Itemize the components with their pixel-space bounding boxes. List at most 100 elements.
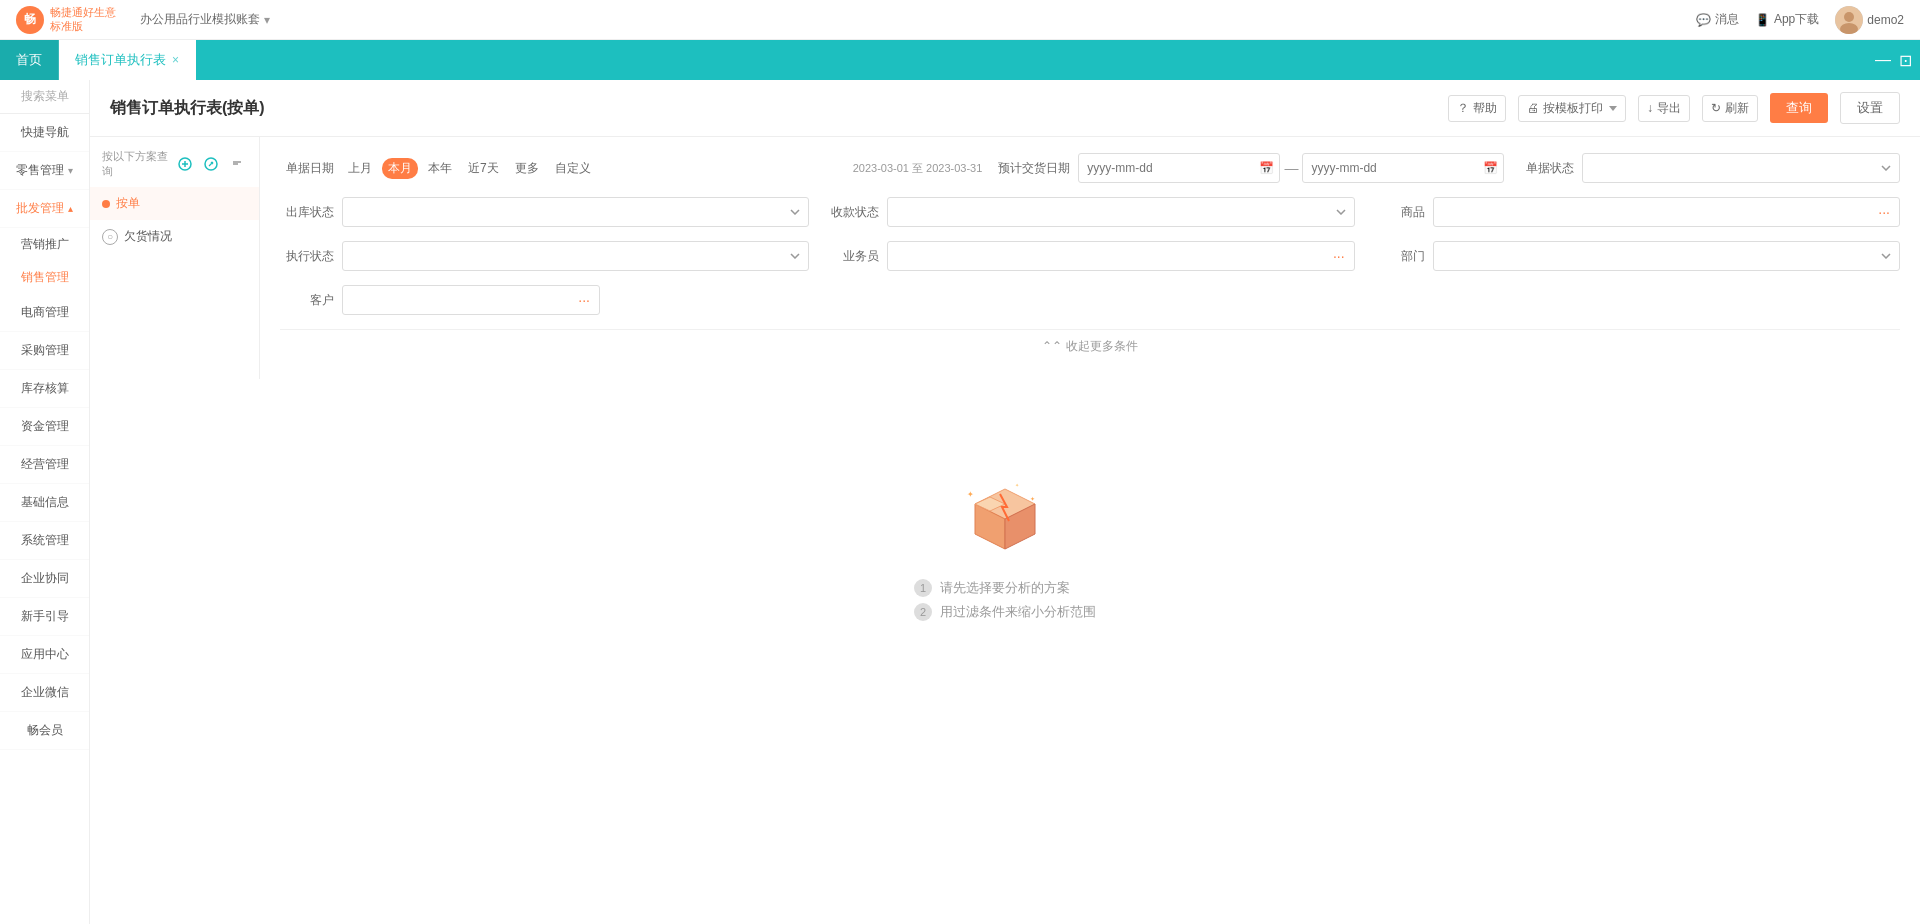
sidebar-item-sales[interactable]: 销售管理 [0, 261, 89, 294]
sidebar-item-wholesale[interactable]: 批发管理 ▴ [0, 190, 89, 228]
print-button[interactable]: 🖨 按模板打印 [1518, 95, 1626, 122]
filter-sidebar-icons [175, 154, 247, 174]
app-download-button[interactable]: 📱 App下载 [1755, 11, 1819, 28]
date-tab-custom[interactable]: 自定义 [549, 158, 597, 179]
date-tab-this-year[interactable]: 本年 [422, 158, 458, 179]
sidebar-search[interactable]: 搜索菜单 [0, 80, 89, 114]
start-date-input[interactable] [1078, 153, 1280, 183]
salesperson-control: ··· [887, 241, 1354, 271]
refresh-button[interactable]: ↻ 刷新 [1702, 95, 1758, 122]
sidebar-item-marketing[interactable]: 营销推广 [0, 228, 89, 261]
dept-field: 部门 [1371, 241, 1900, 271]
sidebar-item-quick-nav[interactable]: 快捷导航 [0, 114, 89, 152]
maximize-icon[interactable]: ⊡ [1899, 51, 1912, 70]
sidebar-item-basic-info[interactable]: 基础信息 [0, 484, 89, 522]
customer-label: 客户 [280, 292, 334, 309]
empty-tip-2: 2 用过滤条件来缩小分析范围 [914, 603, 1096, 621]
breadcrumb: 办公用品行业模拟账套 ▾ [140, 11, 270, 28]
calendar-start-icon[interactable]: 📅 [1259, 161, 1274, 175]
tab-bar: 首页 销售订单执行表 × — ⊡ [0, 40, 1920, 80]
minimize-icon[interactable]: — [1875, 51, 1891, 69]
out-status-select[interactable] [342, 197, 809, 227]
goods-input[interactable] [1433, 197, 1900, 227]
user-menu[interactable]: demo2 [1835, 6, 1904, 34]
calendar-end-icon[interactable]: 📅 [1483, 161, 1498, 175]
logo-icon: 畅 [16, 6, 44, 34]
sidebar-item-app-center[interactable]: 应用中心 [0, 636, 89, 674]
sidebar-item-ecommerce[interactable]: 电商管理 [0, 294, 89, 332]
collapse-scheme-button[interactable] [227, 154, 247, 174]
empty-state: ✦ ✦ ✦ 1 请先选择要分析的方案 2 用过滤条件来缩小分析范围 [90, 379, 1920, 701]
empty-illustration: ✦ ✦ ✦ [955, 459, 1055, 559]
filter-panel: 按以下方案查询 [90, 137, 1920, 379]
date-tab-this-month[interactable]: 本月 [382, 158, 418, 179]
svg-text:✦: ✦ [1015, 482, 1019, 488]
date-tabs: 上月 本月 本年 近7天 更多 自定义 [342, 158, 597, 179]
scheme-nav-order[interactable]: 按单 [90, 187, 259, 220]
end-date-input[interactable] [1302, 153, 1504, 183]
bill-status-field: 单据状态 [1520, 153, 1900, 183]
sidebar-item-membership[interactable]: 畅会员 [0, 712, 89, 750]
sidebar: 搜索菜单 快捷导航 零售管理 ▾ 批发管理 ▴ 营销推广 销售管理 电商管理 采… [0, 80, 90, 924]
refresh-icon: ↻ [1711, 101, 1721, 115]
chevron-down-icon[interactable]: ▾ [264, 13, 270, 27]
page-content: 销售订单执行表(按单) ？ 帮助 🖨 按模板打印 ↓ 导出 [90, 80, 1920, 924]
goods-label: 商品 [1371, 204, 1425, 221]
header-right: 💬 消息 📱 App下载 demo2 [1696, 6, 1904, 34]
tab-home[interactable]: 首页 [0, 40, 59, 80]
bill-status-control [1582, 153, 1900, 183]
sidebar-item-operations[interactable]: 经营管理 [0, 446, 89, 484]
salesperson-more-button[interactable]: ··· [1329, 248, 1349, 264]
goods-more-button[interactable]: ··· [1874, 204, 1894, 220]
sidebar-item-wechat[interactable]: 企业微信 [0, 674, 89, 712]
customer-input[interactable] [342, 285, 600, 315]
receipt-status-field: 收款状态 [825, 197, 1354, 227]
filter-form: 单据日期 上月 本月 本年 近7天 更多 自定义 2023-03-01 至 20… [260, 137, 1920, 379]
sidebar-item-finance[interactable]: 资金管理 [0, 408, 89, 446]
salesperson-input[interactable] [887, 241, 1354, 271]
export-button[interactable]: ↓ 导出 [1638, 95, 1690, 122]
out-status-field: 出库状态 [280, 197, 809, 227]
message-button[interactable]: 💬 消息 [1696, 11, 1739, 28]
tip-number-1: 1 [914, 579, 932, 597]
receipt-status-select[interactable] [887, 197, 1354, 227]
end-date-wrap: 📅 [1302, 153, 1504, 183]
edit-scheme-button[interactable] [201, 154, 221, 174]
date-tab-7days[interactable]: 近7天 [462, 158, 505, 179]
settings-button[interactable]: 设置 [1840, 92, 1900, 124]
dept-select[interactable] [1433, 241, 1900, 271]
sidebar-item-inventory[interactable]: 库存核算 [0, 370, 89, 408]
scheme-nav-shortage[interactable]: ○ 欠货情况 [90, 220, 259, 253]
sidebar-item-purchase[interactable]: 采购管理 [0, 332, 89, 370]
date-tab-more[interactable]: 更多 [509, 158, 545, 179]
customer-more-button[interactable]: ··· [574, 292, 594, 308]
customer-field: 客户 ··· [280, 285, 600, 315]
sidebar-item-enterprise[interactable]: 企业协同 [0, 560, 89, 598]
goods-field: 商品 ··· [1371, 197, 1900, 227]
customer-control: ··· [342, 285, 600, 315]
svg-text:✦: ✦ [967, 490, 974, 499]
exec-status-field: 执行状态 [280, 241, 809, 271]
header-left: 畅 畅捷通好生意 标准版 办公用品行业模拟账套 ▾ [16, 6, 270, 34]
tab-sales-order[interactable]: 销售订单执行表 × [59, 40, 196, 80]
add-scheme-button[interactable] [175, 154, 195, 174]
page-header-actions: ？ 帮助 🖨 按模板打印 ↓ 导出 ↻ 刷新 [1448, 92, 1900, 124]
bill-date-field: 单据日期 上月 本月 本年 近7天 更多 自定义 [280, 158, 837, 179]
dept-control [1433, 241, 1900, 271]
date-tab-last-month[interactable]: 上月 [342, 158, 378, 179]
out-status-label: 出库状态 [280, 204, 334, 221]
sidebar-item-guide[interactable]: 新手引导 [0, 598, 89, 636]
tab-close-icon[interactable]: × [172, 53, 179, 67]
salesperson-field: 业务员 ··· [825, 241, 1354, 271]
sidebar-item-system[interactable]: 系统管理 [0, 522, 89, 560]
exec-status-select[interactable] [342, 241, 809, 271]
chevron-icon: ▾ [68, 165, 73, 176]
exec-status-control [342, 241, 809, 271]
bill-status-select[interactable] [1582, 153, 1900, 183]
top-header: 畅 畅捷通好生意 标准版 办公用品行业模拟账套 ▾ 💬 消息 📱 App下载 [0, 0, 1920, 40]
dept-label: 部门 [1371, 248, 1425, 265]
help-button[interactable]: ？ 帮助 [1448, 95, 1506, 122]
query-button[interactable]: 查询 [1770, 93, 1828, 123]
sidebar-item-retail[interactable]: 零售管理 ▾ [0, 152, 89, 190]
collapse-more-button[interactable]: ⌃⌃ 收起更多条件 [280, 329, 1900, 363]
